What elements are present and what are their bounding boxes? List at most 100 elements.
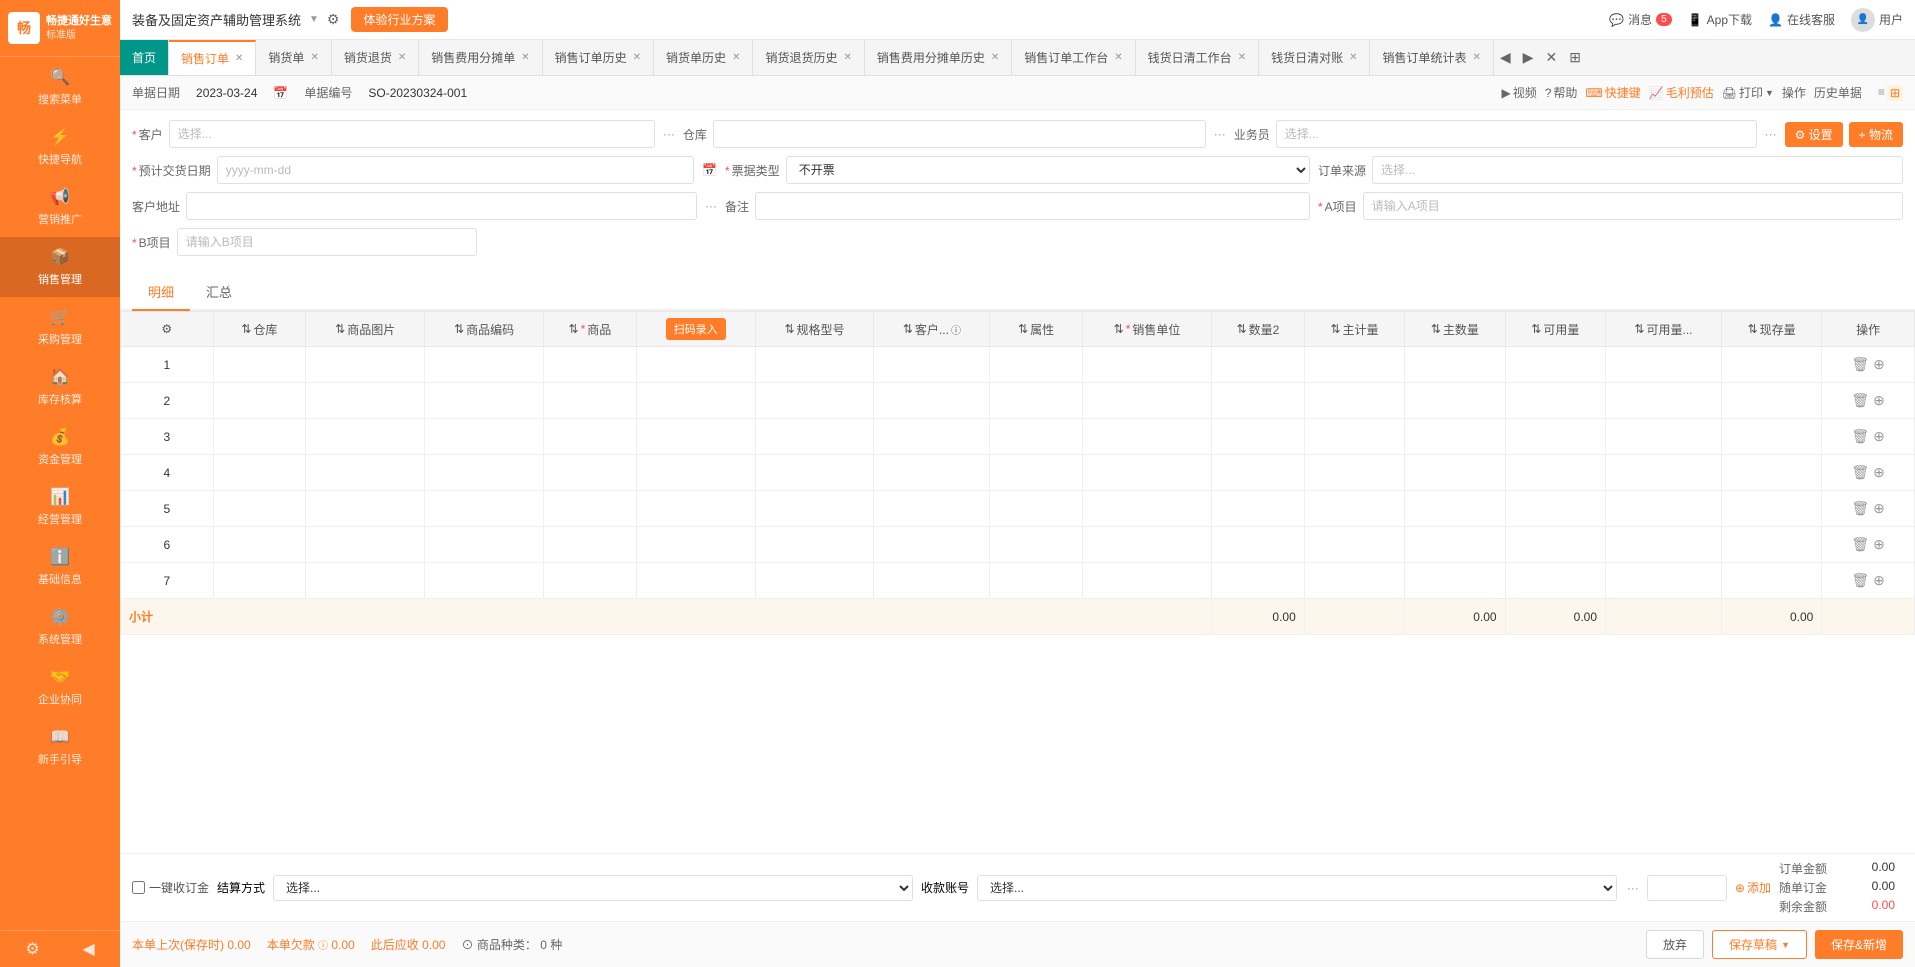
gear-icon[interactable]: ⚙ — [327, 11, 340, 28]
cell-qty2[interactable] — [1212, 563, 1305, 599]
cell-spec[interactable] — [755, 455, 874, 491]
th-customer-code[interactable]: ⇅客户...ⓘ — [874, 312, 990, 347]
user-item[interactable]: 👤 用户 — [1851, 8, 1903, 32]
th-scan[interactable]: 扫码录入 — [636, 312, 755, 347]
cell-code[interactable] — [425, 491, 544, 527]
cell-attribute[interactable] — [990, 419, 1083, 455]
th-main-qty[interactable]: ⇅主数量 — [1405, 312, 1505, 347]
tab-cash-reconcile[interactable]: 钱货日清对账 ✕ — [1259, 40, 1370, 76]
cell-available2[interactable] — [1606, 563, 1722, 599]
row-copy-btn[interactable]: ⊕ — [1873, 428, 1885, 445]
cell-image[interactable] — [306, 383, 425, 419]
tab-expense-history[interactable]: 销售费用分摊单历史 ✕ — [865, 40, 1012, 76]
cell-unit[interactable] — [1082, 419, 1211, 455]
th-stock[interactable]: ⇅现存量 — [1721, 312, 1821, 347]
cell-available[interactable] — [1505, 419, 1605, 455]
cell-main-unit[interactable] — [1304, 347, 1404, 383]
sidebar-item-guide[interactable]: 📖 新手引导 — [0, 717, 120, 777]
view-link[interactable]: ▶ 视频 — [1501, 84, 1536, 101]
cell-warehouse[interactable] — [213, 563, 306, 599]
cell-stock[interactable] — [1721, 563, 1821, 599]
cell-customer-code[interactable] — [874, 419, 990, 455]
th-spec[interactable]: ⇅规格型号 — [755, 312, 874, 347]
cell-product[interactable] — [544, 527, 637, 563]
tab-goods-history[interactable]: 销货单历史 ✕ — [654, 40, 753, 76]
warehouse-input[interactable]: 成品库 — [713, 120, 1206, 148]
cell-unit[interactable] — [1082, 383, 1211, 419]
cell-unit[interactable] — [1082, 347, 1211, 383]
sidebar-item-system[interactable]: ⚙️ 系统管理 — [0, 597, 120, 657]
tab-close-icon[interactable]: ✕ — [398, 52, 406, 63]
table-scroll[interactable]: ⚙ ⇅仓库 ⇅商品图片 ⇅商品编码 — [120, 311, 1915, 853]
cell-qty2[interactable] — [1212, 419, 1305, 455]
cell-product[interactable] — [544, 419, 637, 455]
cell-main-unit[interactable] — [1304, 419, 1404, 455]
cell-warehouse[interactable] — [213, 419, 306, 455]
tab-next-btn[interactable]: ▶ — [1517, 49, 1540, 66]
grid-view-icon[interactable]: ⊞ — [1887, 85, 1903, 101]
a-project-input[interactable] — [1363, 192, 1903, 220]
tab-prev-btn[interactable]: ◀ — [1494, 49, 1517, 66]
cell-product[interactable] — [544, 383, 637, 419]
cell-warehouse[interactable] — [213, 347, 306, 383]
row-delete-btn[interactable]: 🗑 — [1851, 356, 1869, 373]
cell-qty2[interactable] — [1212, 455, 1305, 491]
cell-customer-code[interactable] — [874, 455, 990, 491]
tab-close-icon[interactable]: ✕ — [1238, 52, 1246, 63]
th-image[interactable]: ⇅商品图片 — [306, 312, 425, 347]
staff-input[interactable] — [1276, 120, 1757, 148]
cell-warehouse[interactable] — [213, 383, 306, 419]
dropdown-arrow-icon[interactable]: ▼ — [309, 14, 319, 25]
warehouse-dots-icon[interactable]: ··· — [1214, 127, 1226, 141]
cell-image[interactable] — [306, 455, 425, 491]
cell-available2[interactable] — [1606, 347, 1722, 383]
scan-btn[interactable]: 扫码录入 — [666, 318, 726, 340]
sidebar-item-coop[interactable]: 🤝 企业协同 — [0, 657, 120, 717]
profit-link[interactable]: 📈 毛利预估 — [1649, 84, 1714, 101]
tab-sales-return[interactable]: 销货退货 ✕ — [332, 40, 419, 76]
tab-close-icon[interactable]: ✕ — [633, 52, 641, 63]
row-delete-btn[interactable]: 🗑 — [1851, 536, 1869, 553]
b-project-input[interactable] — [177, 228, 477, 256]
cell-stock[interactable] — [1721, 491, 1821, 527]
cell-warehouse[interactable] — [213, 491, 306, 527]
app-download-item[interactable]: 📱 App下载 — [1688, 11, 1752, 28]
address-input[interactable] — [186, 192, 697, 220]
th-code[interactable]: ⇅商品编码 — [425, 312, 544, 347]
cell-product[interactable] — [544, 563, 637, 599]
cell-product[interactable] — [544, 455, 637, 491]
ticket-select[interactable]: 不开票 — [786, 156, 1310, 184]
cell-main-unit[interactable] — [1304, 563, 1404, 599]
cell-available2[interactable] — [1606, 527, 1722, 563]
tab-order-stats[interactable]: 销售订单统计表 ✕ — [1370, 40, 1493, 76]
cell-available2[interactable] — [1606, 383, 1722, 419]
cell-main-qty[interactable] — [1405, 563, 1505, 599]
tab-close-icon[interactable]: ✕ — [1114, 52, 1122, 63]
cell-unit[interactable] — [1082, 563, 1211, 599]
cell-qty2[interactable] — [1212, 527, 1305, 563]
tab-close-icon[interactable]: ✕ — [1473, 52, 1481, 63]
cell-spec[interactable] — [755, 383, 874, 419]
save-new-btn[interactable]: 保存&新增 — [1815, 930, 1903, 959]
tab-sales-goods[interactable]: 销货单 ✕ — [256, 40, 331, 76]
cell-qty2[interactable] — [1212, 347, 1305, 383]
print-link[interactable]: 🖨 打印 ▼ — [1722, 84, 1774, 101]
row-copy-btn[interactable]: ⊕ — [1873, 356, 1885, 373]
cell-customer-code[interactable] — [874, 527, 990, 563]
cell-stock[interactable] — [1721, 455, 1821, 491]
cell-available[interactable] — [1505, 383, 1605, 419]
row-delete-btn[interactable]: 🗑 — [1851, 500, 1869, 517]
th-attribute[interactable]: ⇅属性 — [990, 312, 1083, 347]
cell-available[interactable] — [1505, 491, 1605, 527]
sidebar-item-marketing[interactable]: 📢 营销推广 — [0, 177, 120, 237]
sidebar-item-finance[interactable]: 💰 资金管理 — [0, 417, 120, 477]
row-delete-btn[interactable]: 🗑 — [1851, 572, 1869, 589]
staff-dots-icon[interactable]: ··· — [1765, 127, 1777, 141]
cell-unit[interactable] — [1082, 491, 1211, 527]
one-click-checkbox[interactable]: 一键收订金 — [132, 879, 209, 896]
th-unit[interactable]: ⇅*销售单位 — [1082, 312, 1211, 347]
customer-input[interactable] — [169, 120, 655, 148]
tab-close-icon[interactable]: ✕ — [991, 52, 999, 63]
cell-image[interactable] — [306, 563, 425, 599]
cell-main-qty[interactable] — [1405, 491, 1505, 527]
